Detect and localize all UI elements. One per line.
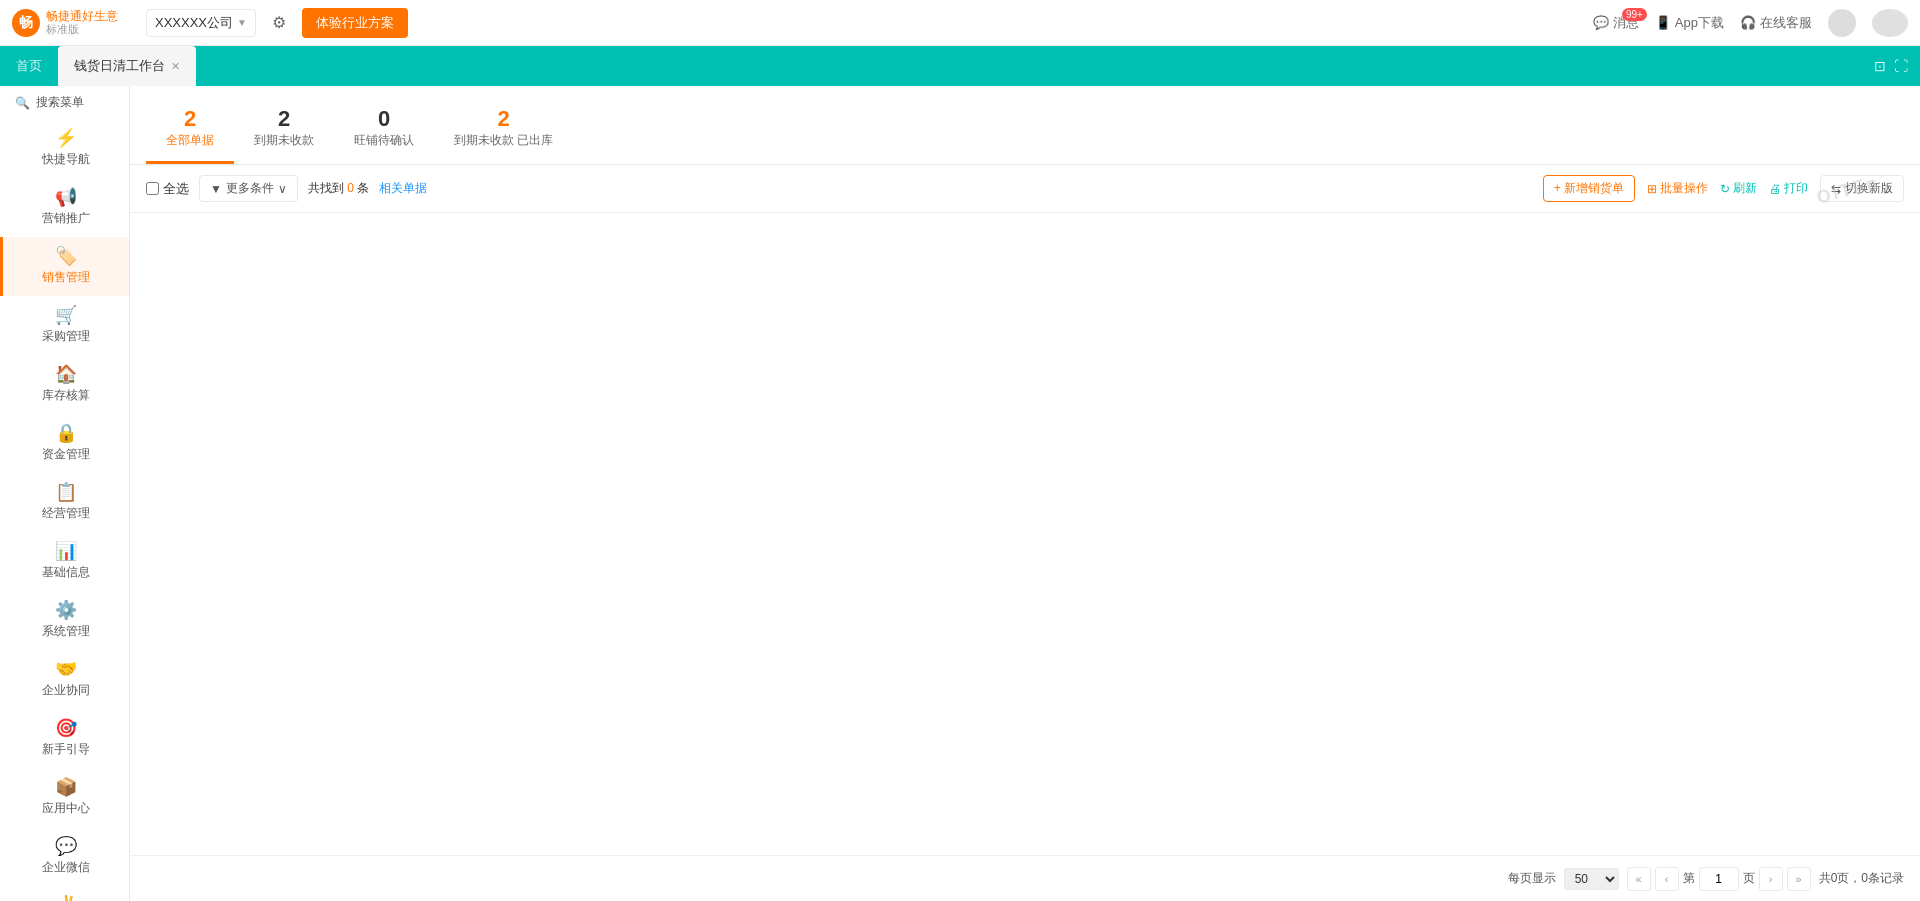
sidebar-item-guide[interactable]: 🎯 新手引导 <box>0 709 129 768</box>
logo-icon: 畅 <box>12 9 40 37</box>
switch-icon: ⇆ <box>1831 182 1841 196</box>
print-icon: 🖨 <box>1769 182 1781 196</box>
sidebar-item-finance[interactable]: 🔒 资金管理 <box>0 414 129 473</box>
batch-operation-button[interactable]: ⊞ 批量操作 <box>1647 180 1708 197</box>
select-all-input[interactable] <box>146 182 159 195</box>
switch-version-button[interactable]: ⇆ 切换新版 <box>1820 175 1904 202</box>
system-icon: ⚙️ <box>55 601 77 619</box>
add-sales-order-button[interactable]: + 新增销货单 <box>1543 175 1635 202</box>
tab-work[interactable]: 钱货日清工作台 ✕ <box>58 46 196 86</box>
sidebar-item-enterprise[interactable]: 🤝 企业协同 <box>0 650 129 709</box>
service-icon: 🎧 <box>1740 15 1756 30</box>
found-count: 共找到 0 条 <box>308 180 369 197</box>
trial-button[interactable]: 体验行业方案 <box>302 8 408 38</box>
page-number-input[interactable] <box>1699 867 1739 891</box>
batch-icon: ⊞ <box>1647 182 1657 196</box>
sidebar-item-inventory[interactable]: 🏠 库存核算 <box>0 355 129 414</box>
sidebar-item-sales[interactable]: 🏷️ 销售管理 <box>0 237 129 296</box>
app-center-icon: 📦 <box>55 778 77 796</box>
enterprise-icon: 🤝 <box>55 660 77 678</box>
filter-icon: ▼ <box>210 182 222 196</box>
page-size-select[interactable]: 50 20 100 <box>1564 868 1619 890</box>
avatar[interactable] <box>1828 9 1856 37</box>
refresh-button[interactable]: ↻ 刷新 <box>1720 180 1757 197</box>
tab-home[interactable]: 首页 <box>0 46 58 86</box>
total-info: 共0页，0条记录 <box>1819 870 1904 887</box>
bell-icon: 💬 <box>1593 15 1609 30</box>
inventory-icon: 🏠 <box>55 365 77 383</box>
print-button[interactable]: 🖨 打印 <box>1769 180 1808 197</box>
sidebar-item-purchase[interactable]: 🛒 采购管理 <box>0 296 129 355</box>
prev-page-button[interactable]: ‹ <box>1655 867 1679 891</box>
sidebar-item-app-center[interactable]: 📦 应用中心 <box>0 768 129 827</box>
app-download-btn[interactable]: 📱 App下载 <box>1655 14 1724 32</box>
expand-icon[interactable]: ⛶ <box>1894 58 1908 74</box>
chevron-down-icon: ▼ <box>237 17 247 28</box>
basic-info-icon: 📊 <box>55 542 77 560</box>
header-left: 畅 畅捷通好生意 标准版 XXXXXX公司 ▼ ⚙ 体验行业方案 <box>12 8 408 38</box>
stat-tab-due-unshipped[interactable]: 2 到期未收款 已出库 <box>434 98 573 164</box>
pagination-nav: « ‹ 第 页 › » <box>1627 867 1811 891</box>
filter-button[interactable]: ▼ 更多条件 ∨ <box>199 175 298 202</box>
logo-text: 畅捷通好生意 标准版 <box>46 9 118 37</box>
quick-nav-icon: ⚡ <box>55 129 77 147</box>
next-page-button[interactable]: › <box>1759 867 1783 891</box>
toolbar-right: + 新增销货单 ⊞ 批量操作 ↻ 刷新 🖨 打印 ⇆ 切换新版 <box>1543 175 1904 202</box>
toolbar-left: 全选 ▼ 更多条件 ∨ 共找到 0 条 相关单据 <box>146 175 427 202</box>
avatar-extra[interactable] <box>1872 9 1908 37</box>
table-area <box>130 213 1920 855</box>
last-page-button[interactable]: » <box>1787 867 1811 891</box>
guide-icon: 🎯 <box>55 719 77 737</box>
stat-tab-all[interactable]: 2 全部单据 <box>146 98 234 164</box>
weixin-icon: 💬 <box>55 837 77 855</box>
logo-area: 畅 畅捷通好生意 标准版 <box>12 9 118 37</box>
tab-bar: 首页 钱货日清工作台 ✕ ⊡ ⛶ <box>0 46 1920 86</box>
finance-icon: 🔒 <box>55 424 77 442</box>
toolbar: 全选 ▼ 更多条件 ∨ 共找到 0 条 相关单据 + 新增销货单 ⊞ 批 <box>130 165 1920 213</box>
sidebar-item-quick-nav[interactable]: ⚡ 快捷导航 <box>0 119 129 178</box>
notification-btn[interactable]: 💬 消息 99+ <box>1593 14 1639 32</box>
sidebar-item-marketing[interactable]: 📢 营销推广 <box>0 178 129 237</box>
notification-badge: 99+ <box>1622 8 1647 21</box>
content-area: 2 全部单据 2 到期未收款 0 旺铺待确认 2 到期未收款 已出库 全选 <box>130 86 1920 901</box>
select-all-checkbox[interactable]: 全选 <box>146 180 189 198</box>
search-menu-item[interactable]: 🔍 搜索菜单 <box>0 86 129 119</box>
stats-tabs: 2 全部单据 2 到期未收款 0 旺铺待确认 2 到期未收款 已出库 <box>130 86 1920 165</box>
minimize-icon[interactable]: ⊡ <box>1874 58 1886 74</box>
marketing-icon: 📢 <box>55 188 77 206</box>
chevron-down-icon: ∨ <box>278 182 287 196</box>
operations-icon: 📋 <box>55 483 77 501</box>
search-icon: 🔍 <box>15 96 30 110</box>
sidebar-item-weixin[interactable]: 💬 企业微信 <box>0 827 129 886</box>
close-tab-icon[interactable]: ✕ <box>171 60 180 73</box>
sidebar: 🔍 搜索菜单 ⚡ 快捷导航 📢 营销推广 🏷️ 销售管理 🛒 采购管理 🏠 库存… <box>0 86 130 901</box>
header-right: 💬 消息 99+ 📱 App下载 🎧 在线客服 <box>1593 9 1908 37</box>
refresh-icon: ↻ <box>1720 182 1730 196</box>
stat-tab-wangpu[interactable]: 0 旺铺待确认 <box>334 98 434 164</box>
related-documents-link[interactable]: 相关单据 <box>379 180 427 197</box>
sidebar-item-system[interactable]: ⚙️ 系统管理 <box>0 591 129 650</box>
sidebar-item-basic-info[interactable]: 📊 基础信息 <box>0 532 129 591</box>
first-page-button[interactable]: « <box>1627 867 1651 891</box>
top-header: 畅 畅捷通好生意 标准版 XXXXXX公司 ▼ ⚙ 体验行业方案 💬 消息 99… <box>0 0 1920 46</box>
main-layout: 🔍 搜索菜单 ⚡ 快捷导航 📢 营销推广 🏷️ 销售管理 🛒 采购管理 🏠 库存… <box>0 86 1920 901</box>
stat-tab-due-unpaid[interactable]: 2 到期未收款 <box>234 98 334 164</box>
settings-icon[interactable]: ⚙ <box>264 8 294 38</box>
purchase-icon: 🛒 <box>55 306 77 324</box>
member-icon: ✌️ <box>55 896 77 901</box>
sidebar-item-operations[interactable]: 📋 经营管理 <box>0 473 129 532</box>
pagination-bar: 每页显示 50 20 100 « ‹ 第 页 › » 共0页，0条记录 <box>130 855 1920 901</box>
download-icon: 📱 <box>1655 15 1671 30</box>
online-service-btn[interactable]: 🎧 在线客服 <box>1740 14 1812 32</box>
tab-bar-actions: ⊡ ⛶ <box>1874 58 1920 74</box>
sales-icon: 🏷️ <box>55 247 77 265</box>
company-selector[interactable]: XXXXXX公司 ▼ <box>146 9 256 37</box>
sidebar-item-member[interactable]: ✌️ 畅会员 <box>0 886 129 901</box>
